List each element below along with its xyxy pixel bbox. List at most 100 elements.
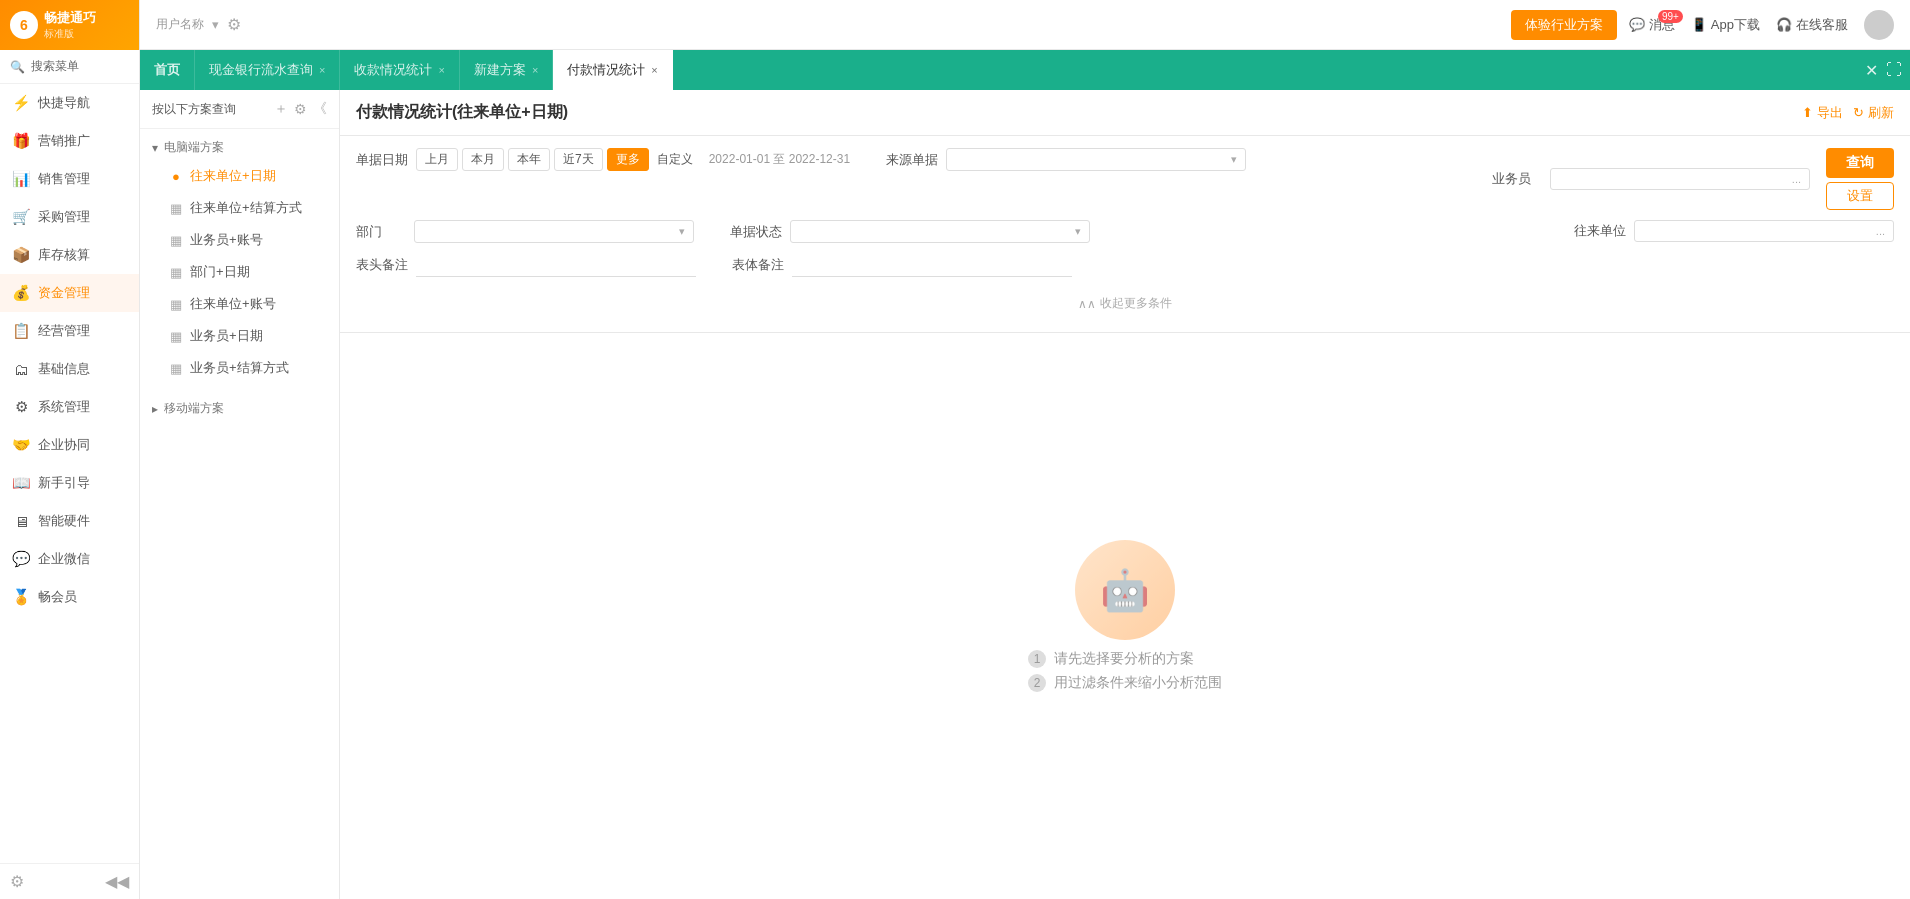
tab-close-new-scheme[interactable]: × — [532, 64, 538, 76]
scheme-header-title: 按以下方案查询 — [152, 101, 268, 118]
scheme-item-0-3[interactable]: ▦部门+日期 — [140, 256, 339, 288]
sidebar-title-wrap: 畅捷通巧 标准版 — [44, 9, 96, 41]
tab-receipt[interactable]: 收款情况统计× — [340, 50, 459, 90]
sidebar-item-enterprise[interactable]: 🤝企业协同 — [0, 426, 139, 464]
sidebar-nav: ⚡快捷导航🎁营销推广📊销售管理🛒采购管理📦库存核算💰资金管理📋经营管理🗂基础信息… — [0, 84, 139, 863]
topbar-user: 用户名称 — [156, 16, 204, 33]
empty-state: 🤖 1 请先选择要分析的方案 2 用过滤条件来缩小分析范围 — [340, 333, 1910, 899]
topbar-right: 💬 消息 99+ 📱 App下载 🎧 在线客服 — [1629, 10, 1894, 40]
staff-select[interactable]: ... — [1550, 168, 1810, 190]
sidebar-item-inventory[interactable]: 📦库存核算 — [0, 236, 139, 274]
custom-date-btn[interactable]: 自定义 — [653, 149, 697, 170]
staff-select-arrow: ... — [1792, 173, 1801, 185]
sidebar-label-wechat: 企业微信 — [38, 550, 90, 568]
scheme-item-0-2[interactable]: ▦业务员+账号 — [140, 224, 339, 256]
tab-close-receipt[interactable]: × — [438, 64, 444, 76]
dept-select[interactable]: ▾ — [414, 220, 694, 243]
scheme-group-title-1[interactable]: ▸移动端方案 — [140, 396, 339, 421]
sidebar-item-operation[interactable]: 📋经营管理 — [0, 312, 139, 350]
date-buttons: 上月 本月 本年 近7天 更多 自定义 — [416, 148, 697, 171]
service-icon: 🎧 — [1776, 17, 1792, 32]
tab-payment[interactable]: 付款情况统计× — [553, 50, 672, 90]
sidebar-item-system[interactable]: ⚙系统管理 — [0, 388, 139, 426]
dept-select-arrow: ▾ — [679, 225, 685, 238]
topbar-left: 用户名称 ▾ ⚙ — [156, 15, 1499, 34]
last-month-btn[interactable]: 上月 — [416, 148, 458, 171]
query-button[interactable]: 查询 — [1826, 148, 1894, 178]
collapse-scheme-icon[interactable]: 《 — [313, 100, 327, 118]
topbar-dropdown-icon[interactable]: ▾ — [212, 17, 219, 32]
user-avatar[interactable] — [1864, 10, 1894, 40]
empty-tip-1: 1 请先选择要分析的方案 — [1028, 650, 1222, 668]
scheme-item-0-1[interactable]: ▦往来单位+结算方式 — [140, 192, 339, 224]
tab-home[interactable]: 首页 — [140, 50, 195, 90]
sidebar-icon-wechat: 💬 — [12, 550, 30, 568]
close-all-tabs-icon[interactable]: ✕ — [1865, 61, 1878, 80]
sidebar-item-finance[interactable]: 💰资金管理 — [0, 274, 139, 312]
sidebar-item-guide[interactable]: 📖新手引导 — [0, 464, 139, 502]
empty-robot-icon: 🤖 — [1075, 540, 1175, 640]
scheme-item-0-0[interactable]: ●往来单位+日期 — [140, 160, 339, 192]
sidebar-item-purchase[interactable]: 🛒采购管理 — [0, 198, 139, 236]
filter-row-2: 部门 ▾ 单据状态 ▾ 往来单位 — [356, 220, 1894, 243]
last-7days-btn[interactable]: 近7天 — [554, 148, 603, 171]
head-note-input[interactable] — [416, 253, 696, 277]
message-button[interactable]: 💬 消息 99+ — [1629, 16, 1675, 34]
form-area: 付款情况统计(往来单位+日期) ⬆ 导出 ↻ 刷新 单 — [340, 90, 1910, 899]
tip-num-2: 2 — [1028, 674, 1046, 692]
counter-select-arrow: ... — [1876, 225, 1885, 237]
tab-close-bank[interactable]: × — [319, 64, 325, 76]
scheme-item-0-5[interactable]: ▦业务员+日期 — [140, 320, 339, 352]
counter-select[interactable]: ... — [1634, 220, 1894, 242]
sidebar-item-quick-nav[interactable]: ⚡快捷导航 — [0, 84, 139, 122]
online-service-button[interactable]: 🎧 在线客服 — [1776, 16, 1848, 34]
this-month-btn[interactable]: 本月 — [462, 148, 504, 171]
sidebar-icon-purchase: 🛒 — [12, 208, 30, 226]
settings-icon[interactable]: ⚙ — [10, 872, 24, 891]
trial-button[interactable]: 体验行业方案 — [1511, 10, 1617, 40]
sidebar-item-member[interactable]: 🏅畅会员 — [0, 578, 139, 616]
maximize-icon[interactable]: ⛶ — [1886, 61, 1902, 79]
refresh-button[interactable]: ↻ 刷新 — [1853, 104, 1894, 122]
body-note-input[interactable] — [792, 253, 1072, 277]
filter-settings-button[interactable]: 设置 — [1826, 182, 1894, 210]
sidebar-label-enterprise: 企业协同 — [38, 436, 90, 454]
tip-text-1: 请先选择要分析的方案 — [1054, 650, 1194, 668]
sidebar-collapse-btn[interactable]: ◀◀ — [105, 872, 129, 891]
sidebar-label-hardware: 智能硬件 — [38, 512, 90, 530]
scheme-group-arrow-0: ▾ — [152, 141, 158, 155]
dept-label: 部门 — [356, 223, 406, 241]
status-field: 单据状态 ▾ — [730, 220, 1090, 243]
tab-new-scheme[interactable]: 新建方案 × — [460, 50, 553, 90]
tab-label-new-scheme: 新建方案 — [474, 61, 526, 79]
source-select[interactable]: ▾ — [946, 148, 1246, 171]
sidebar-label-system: 系统管理 — [38, 398, 90, 416]
scheme-item-0-4[interactable]: ▦往来单位+账号 — [140, 288, 339, 320]
app-download-button[interactable]: 📱 App下载 — [1691, 16, 1760, 34]
sidebar-item-sales[interactable]: 📊销售管理 — [0, 160, 139, 198]
filter-row-1: 单据日期 上月 本月 本年 近7天 更多 自定义 2022-01-01 至 20… — [356, 148, 1894, 210]
search-menu-label: 搜索菜单 — [31, 58, 79, 75]
topbar-settings-icon[interactable]: ⚙ — [227, 15, 241, 34]
refresh-label: 刷新 — [1868, 104, 1894, 122]
sidebar-item-wechat[interactable]: 💬 企业微信 — [0, 540, 139, 578]
sidebar-item-basic[interactable]: 🗂基础信息 — [0, 350, 139, 388]
settings-scheme-icon[interactable]: ⚙ — [294, 101, 307, 117]
status-select[interactable]: ▾ — [790, 220, 1090, 243]
scheme-header-actions: ＋ ⚙ 《 — [274, 100, 327, 118]
scheme-group-title-0[interactable]: ▾电脑端方案 — [140, 135, 339, 160]
tab-bank[interactable]: 现金银行流水查询× — [195, 50, 340, 90]
this-year-btn[interactable]: 本年 — [508, 148, 550, 171]
filter-area: 单据日期 上月 本月 本年 近7天 更多 自定义 2022-01-01 至 20… — [340, 136, 1910, 333]
app-icon: 📱 — [1691, 17, 1707, 32]
collapse-conditions-label: 收起更多条件 — [1100, 295, 1172, 312]
add-scheme-icon[interactable]: ＋ — [274, 100, 288, 118]
sidebar-item-marketing[interactable]: 🎁营销推广 — [0, 122, 139, 160]
scheme-item-0-6[interactable]: ▦业务员+结算方式 — [140, 352, 339, 384]
sidebar-item-hardware[interactable]: 🖥智能硬件 — [0, 502, 139, 540]
tab-close-payment[interactable]: × — [651, 64, 657, 76]
collapse-conditions-btn[interactable]: ∧∧ 收起更多条件 — [356, 287, 1894, 320]
search-menu[interactable]: 🔍 搜索菜单 — [0, 50, 139, 84]
export-button[interactable]: ⬆ 导出 — [1802, 104, 1843, 122]
more-date-btn[interactable]: 更多 — [607, 148, 649, 171]
